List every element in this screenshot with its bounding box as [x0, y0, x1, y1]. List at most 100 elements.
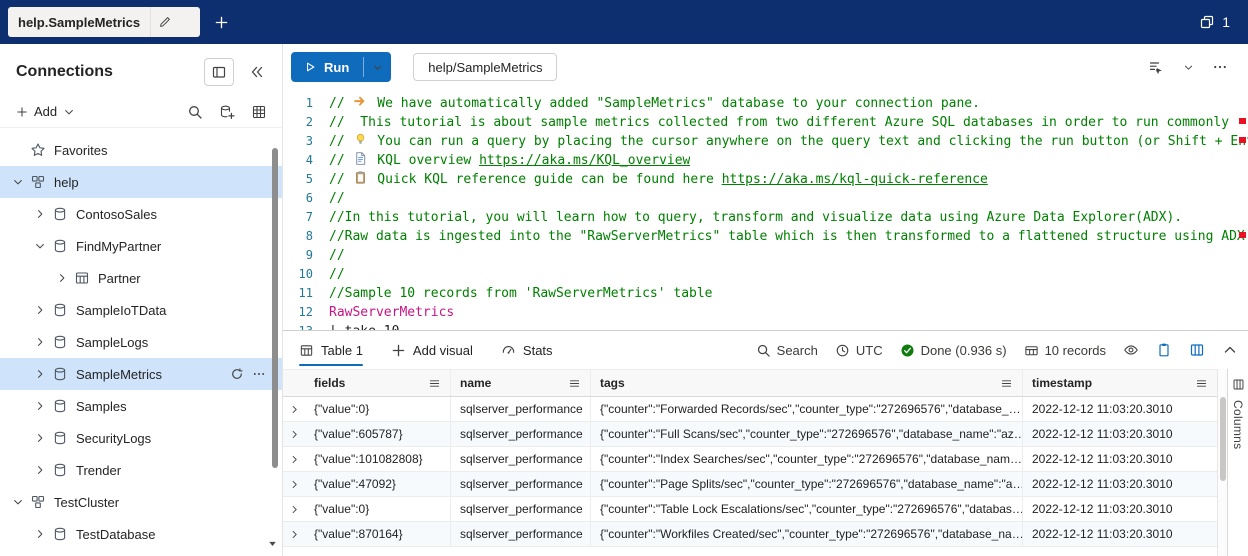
tree-item-label: Trender	[76, 463, 121, 478]
preview-eye-icon[interactable]	[1123, 342, 1139, 358]
grid-scrollbar-thumb[interactable]	[1220, 397, 1226, 481]
collapse-results-icon[interactable]	[1222, 342, 1238, 358]
chevron-down-icon[interactable]	[1174, 53, 1202, 81]
code-line[interactable]: 13| take 10	[283, 322, 1248, 330]
chevron-down-icon[interactable]	[8, 176, 28, 188]
code-line[interactable]: 2// This tutorial is about sample metric…	[283, 113, 1248, 132]
rename-tab-button[interactable]	[150, 7, 178, 37]
format-query-icon[interactable]	[1142, 53, 1170, 81]
query-editor[interactable]: 1// We have automatically added "SampleM…	[283, 90, 1248, 330]
chevron-right-icon[interactable]	[30, 304, 50, 316]
code-line[interactable]: 10//	[283, 265, 1248, 284]
table-row[interactable]: {"value":101082808}sqlserver_performance…	[283, 447, 1217, 472]
connections-title: Connections	[16, 63, 113, 81]
tab-table1[interactable]: Table 1	[299, 331, 363, 369]
code-line[interactable]: 9//	[283, 246, 1248, 265]
tree-item-samplemetrics[interactable]: SampleMetrics	[0, 358, 282, 390]
tree-item-samplelogs[interactable]: SampleLogs	[0, 326, 282, 358]
column-menu-icon[interactable]	[1000, 377, 1013, 390]
add-connection-button[interactable]: Add	[10, 100, 81, 123]
cell-name: sqlserver_performance	[451, 472, 591, 496]
loading-spinner-icon	[230, 367, 244, 381]
chevron-right-icon[interactable]	[30, 464, 50, 476]
code-line[interactable]: 12RawServerMetrics	[283, 303, 1248, 322]
tree-item-securitylogs[interactable]: SecurityLogs	[0, 422, 282, 454]
search-connections-button[interactable]	[180, 98, 210, 126]
timezone-button[interactable]: UTC	[835, 343, 883, 358]
add-database-button[interactable]	[212, 98, 242, 126]
tree-item-testdatabase[interactable]: TestDatabase	[0, 518, 282, 550]
more-options-icon[interactable]	[1206, 53, 1234, 81]
column-menu-icon[interactable]	[1195, 377, 1208, 390]
new-tab-button[interactable]	[214, 15, 229, 30]
run-button[interactable]: Run	[291, 52, 391, 82]
run-options-button[interactable]	[364, 52, 391, 82]
column-header-timestamp[interactable]: timestamp	[1023, 370, 1217, 396]
table-row[interactable]: {"value":0}sqlserver_performance{"counte…	[283, 397, 1217, 422]
sidebar-scrollbar[interactable]	[272, 148, 278, 532]
column-header-tags[interactable]: tags	[591, 370, 1023, 396]
row-expand-icon[interactable]	[289, 504, 300, 515]
row-expand-icon[interactable]	[289, 529, 300, 540]
chevron-right-icon[interactable]	[30, 432, 50, 444]
copy-results-icon[interactable]	[1156, 342, 1172, 358]
table-row[interactable]: {"value":0}sqlserver_performance{"counte…	[283, 497, 1217, 522]
tree-item-label: TestCluster	[54, 495, 119, 510]
chevron-right-icon[interactable]	[30, 368, 50, 380]
columns-icon	[1232, 378, 1245, 391]
row-expand-icon[interactable]	[289, 479, 300, 490]
query-scope[interactable]: help/SampleMetrics	[413, 53, 557, 81]
code-line[interactable]: 11//Sample 10 records from 'RawServerMet…	[283, 284, 1248, 303]
chevron-right-icon[interactable]	[30, 208, 50, 220]
code-text: //	[329, 246, 345, 265]
chevron-right-icon[interactable]	[30, 400, 50, 412]
table-browser-button[interactable]	[244, 98, 274, 126]
code-line[interactable]: 6//	[283, 189, 1248, 208]
pane-view-button[interactable]	[204, 58, 234, 86]
column-header-fields[interactable]: fields	[305, 370, 451, 396]
row-expand-icon[interactable]	[289, 404, 300, 415]
scroll-down-icon[interactable]	[266, 537, 279, 550]
query-tab[interactable]: help.SampleMetrics	[8, 7, 200, 37]
code-line[interactable]: 8//Raw data is ingested into the "RawSer…	[283, 227, 1248, 246]
collapse-pane-button[interactable]	[242, 58, 272, 86]
tree-item-testcluster[interactable]: TestCluster	[0, 486, 282, 518]
grid-scrollbar[interactable]	[1217, 369, 1227, 556]
columns-panel-toggle[interactable]: Columns	[1227, 369, 1248, 556]
tree-item-sampleiotdata[interactable]: SampleIoTData	[0, 294, 282, 326]
column-menu-icon[interactable]	[568, 377, 581, 390]
column-menu-icon[interactable]	[428, 377, 441, 390]
search-results-button[interactable]: Search	[756, 343, 818, 358]
add-visual-button[interactable]: Add visual	[391, 331, 473, 369]
chevron-down-icon[interactable]	[8, 496, 28, 508]
row-expand-icon[interactable]	[289, 429, 300, 440]
tree-item-samples[interactable]: Samples	[0, 390, 282, 422]
tree-item-findmypartner[interactable]: FindMyPartner	[0, 230, 282, 262]
chevron-right-icon[interactable]	[30, 528, 50, 540]
chevron-right-icon[interactable]	[52, 272, 72, 284]
open-tabs-icon[interactable]	[1199, 14, 1215, 30]
column-header-name[interactable]: name	[451, 370, 591, 396]
expand-view-icon[interactable]	[1189, 342, 1205, 358]
tree-item-trender[interactable]: Trender	[0, 454, 282, 486]
code-line[interactable]: 1// We have automatically added "SampleM…	[283, 94, 1248, 113]
row-expand-icon[interactable]	[289, 454, 300, 465]
code-line[interactable]: 3// You can run a query by placing the c…	[283, 132, 1248, 151]
table-row[interactable]: {"value":870164}sqlserver_performance{"c…	[283, 522, 1217, 547]
tab-stats[interactable]: Stats	[501, 331, 553, 369]
search-icon	[187, 104, 203, 120]
tree-item-partner[interactable]: Partner	[0, 262, 282, 294]
more-options-icon[interactable]	[252, 367, 266, 381]
chevron-right-icon[interactable]	[30, 336, 50, 348]
code-line[interactable]: 5// Quick KQL reference guide can be fou…	[283, 170, 1248, 189]
table-row[interactable]: {"value":47092}sqlserver_performance{"co…	[283, 472, 1217, 497]
table-row[interactable]: {"value":605787}sqlserver_performance{"c…	[283, 422, 1217, 447]
code-line[interactable]: 7//In this tutorial, you will learn how …	[283, 208, 1248, 227]
code-line[interactable]: 4// KQL overview https://aka.ms/KQL_over…	[283, 151, 1248, 170]
chevron-down-icon[interactable]	[30, 240, 50, 252]
tree-item-help[interactable]: help	[0, 166, 282, 198]
tree-item-favorites[interactable]: Favorites	[0, 134, 282, 166]
scrollbar-thumb[interactable]	[272, 148, 278, 468]
cell-tags: {"counter":"Index Searches/sec","counter…	[591, 447, 1023, 471]
tree-item-contososales[interactable]: ContosoSales	[0, 198, 282, 230]
